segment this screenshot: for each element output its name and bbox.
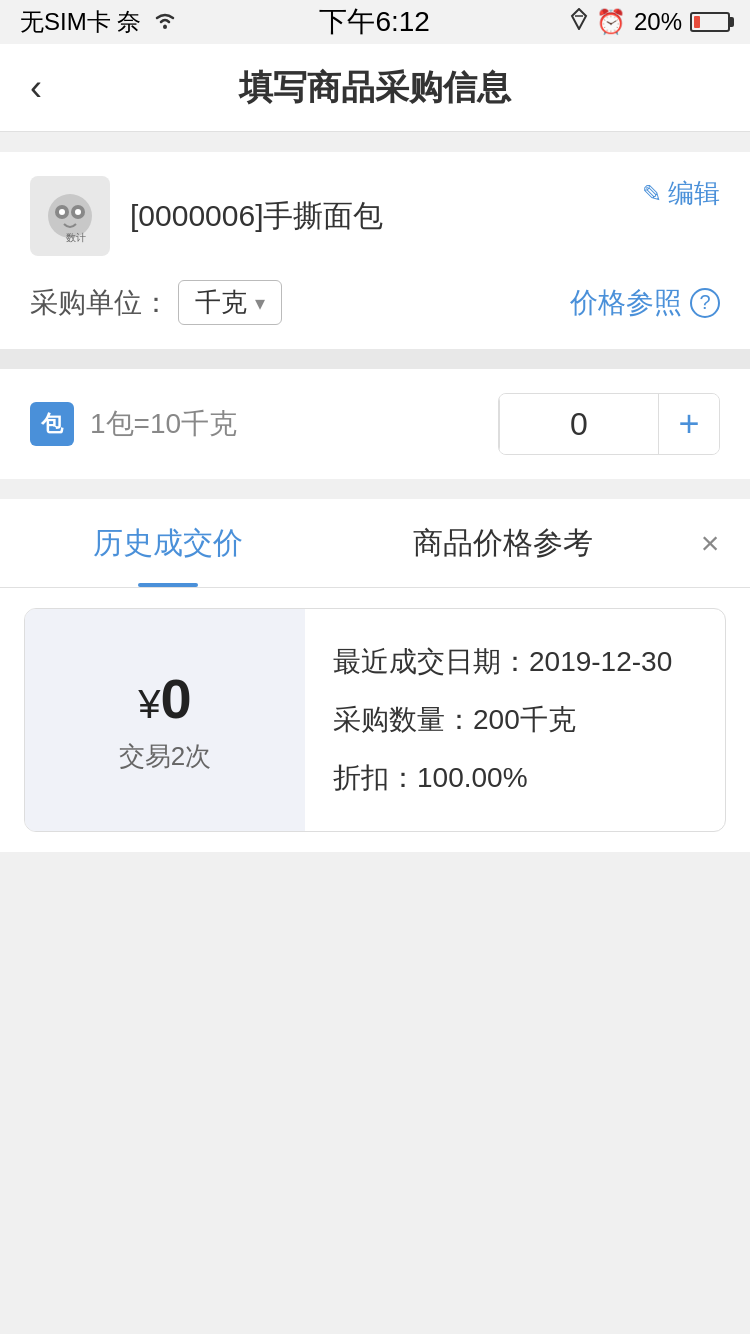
bottom-panel: 历史成交价 商品价格参考 × ¥0 交易2次 最近成交日期：2019-12-3 — [0, 499, 750, 852]
wifi-icon — [151, 8, 179, 36]
price-currency: ¥ — [138, 682, 160, 726]
product-left: 数计 [0000006]手撕面包 — [30, 176, 383, 256]
svg-point-4 — [59, 209, 65, 215]
quantity-plus-button[interactable]: + — [659, 394, 719, 454]
product-card: 数计 [0000006]手撕面包 ✎ 编辑 采购单位： 千克 ▾ 价格参照 ? — [0, 152, 750, 349]
location-icon — [570, 8, 588, 36]
quantity-row: 包 1包=10千克 0 + — [0, 369, 750, 479]
nav-bar: ‹ 填写商品采购信息 — [0, 44, 750, 132]
unit-value: 千克 — [195, 285, 247, 320]
battery-percent: 20% — [634, 8, 682, 36]
price-card-left: ¥0 交易2次 — [25, 609, 305, 831]
edit-icon: ✎ — [642, 180, 662, 208]
info-circle-icon: ? — [690, 288, 720, 318]
carrier-text: 无SIM卡 奈 — [20, 6, 141, 38]
unit-label: 采购单位： — [30, 284, 170, 322]
page-title: 填写商品采购信息 — [239, 65, 511, 111]
tab-close-button[interactable]: × — [670, 499, 750, 587]
status-time: 下午6:12 — [319, 3, 430, 41]
svg-text:数计: 数计 — [66, 232, 86, 243]
quantity-controls: 0 + — [498, 393, 720, 455]
tab-bar: 历史成交价 商品价格参考 × — [0, 499, 750, 588]
unit-selector-group: 采购单位： 千克 ▾ — [30, 280, 282, 325]
tab-history-price[interactable]: 历史成交价 — [0, 499, 335, 587]
product-name: [0000006]手撕面包 — [130, 196, 383, 237]
svg-point-0 — [163, 25, 167, 29]
price-card: ¥0 交易2次 最近成交日期：2019-12-30 采购数量：200千克 折扣：… — [24, 608, 726, 832]
section-divider — [0, 349, 750, 369]
main-content: 历史成交价 商品价格参考 × ¥0 交易2次 最近成交日期：2019-12-3 — [0, 499, 750, 1199]
price-detail-date: 最近成交日期：2019-12-30 — [333, 641, 697, 683]
alarm-icon: ⏰ — [596, 8, 626, 36]
price-trade-count: 交易2次 — [119, 739, 211, 774]
status-right: ⏰ 20% — [570, 8, 730, 36]
product-header: 数计 [0000006]手撕面包 ✎ 编辑 — [30, 176, 720, 256]
chevron-down-icon: ▾ — [255, 291, 265, 315]
back-button[interactable]: ‹ — [30, 67, 42, 109]
product-unit-row: 采购单位： 千克 ▾ 价格参照 ? — [30, 280, 720, 325]
edit-button[interactable]: ✎ 编辑 — [642, 176, 720, 211]
price-card-right: 最近成交日期：2019-12-30 采购数量：200千克 折扣：100.00% — [305, 609, 725, 831]
tab-active-indicator — [138, 583, 198, 587]
tab-product-price-ref[interactable]: 商品价格参考 — [335, 499, 670, 587]
product-image: 数计 — [30, 176, 110, 256]
quantity-unit-info: 包 1包=10千克 — [30, 402, 237, 446]
svg-point-5 — [75, 209, 81, 215]
quantity-unit-text: 1包=10千克 — [90, 405, 237, 443]
quantity-unit-icon: 包 — [30, 402, 74, 446]
battery-icon — [690, 12, 730, 32]
status-bar: 无SIM卡 奈 下午6:12 ⏰ 20% — [0, 0, 750, 44]
price-detail-qty: 采购数量：200千克 — [333, 699, 697, 741]
price-card-container: ¥0 交易2次 最近成交日期：2019-12-30 采购数量：200千克 折扣：… — [0, 588, 750, 852]
quantity-value: 0 — [499, 394, 659, 454]
price-amount: ¥0 — [138, 666, 191, 731]
price-detail-discount: 折扣：100.00% — [333, 757, 697, 799]
price-reference-button[interactable]: 价格参照 ? — [570, 284, 720, 322]
unit-dropdown[interactable]: 千克 ▾ — [178, 280, 282, 325]
status-left: 无SIM卡 奈 — [20, 6, 179, 38]
